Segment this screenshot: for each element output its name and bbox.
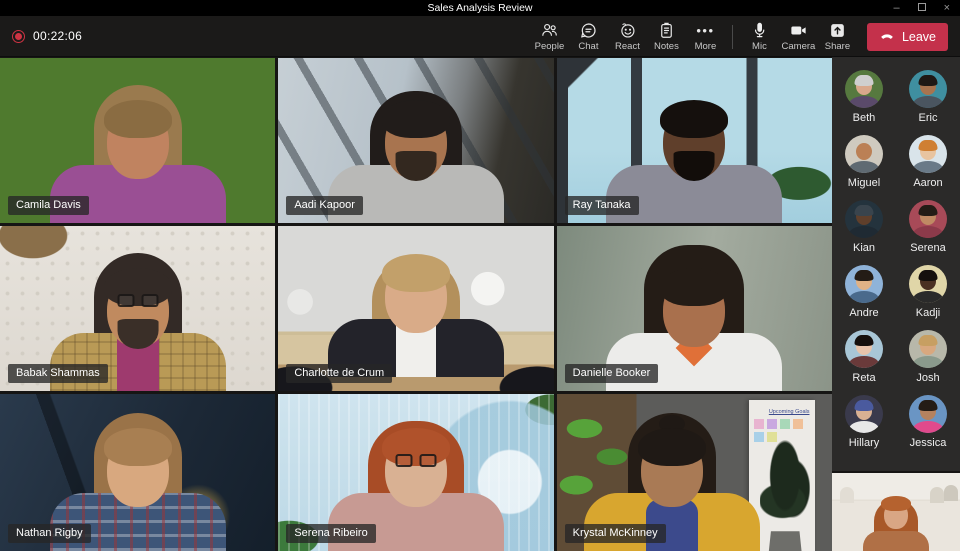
participant-name-label: Charlotte de Crum — [286, 364, 393, 383]
more-label: More — [694, 41, 717, 52]
sidebar-participant-eric[interactable]: Eric — [896, 70, 960, 124]
video-tile-danielle-booker[interactable]: Danielle Booker — [556, 226, 832, 391]
avatar — [845, 70, 883, 108]
avatar — [845, 265, 883, 303]
video-tile-nathan-rigby[interactable]: Nathan Rigby — [0, 394, 276, 551]
window-title: Sales Analysis Review — [427, 2, 533, 14]
record-icon — [12, 29, 25, 43]
sidebar-participant-aaron[interactable]: Aaron — [896, 135, 960, 189]
glasses — [117, 294, 159, 307]
react-button[interactable]: React — [608, 16, 647, 57]
people-icon — [540, 21, 559, 40]
notes-icon — [657, 21, 676, 40]
sidebar-participant-andre[interactable]: Andre — [832, 265, 896, 319]
participant-video — [316, 227, 516, 377]
mic-icon — [750, 21, 769, 40]
share-icon — [828, 21, 847, 40]
sidebar-participant-josh[interactable]: Josh — [896, 330, 960, 384]
participant-name-label: Danielle Booker — [564, 364, 659, 383]
maximize-icon[interactable] — [917, 0, 926, 16]
video-tile-camila-davis[interactable]: Camila Davis — [0, 58, 276, 223]
participant-name-label: Nathan Rigby — [8, 524, 91, 543]
sidebar-participant-reta[interactable]: Reta — [832, 330, 896, 384]
hangup-icon — [879, 27, 895, 46]
share-button[interactable]: Share — [818, 16, 857, 57]
mic-button[interactable]: Mic — [740, 16, 779, 57]
camera-button[interactable]: Camera — [779, 16, 818, 57]
react-label: React — [615, 41, 640, 52]
sidebar-participant-jessica[interactable]: Jessica — [896, 395, 960, 449]
minimize-icon[interactable]: – — [893, 0, 899, 16]
avatar — [909, 70, 947, 108]
self-video-figure — [851, 487, 941, 551]
video-grid: Camila Davis Aadi Kapoor Ray Tanaka Baba… — [0, 57, 832, 551]
glasses — [395, 454, 437, 467]
people-label: People — [534, 41, 565, 52]
close-icon[interactable]: × — [944, 0, 950, 16]
participants-sidebar: Beth Eric Miguel Aaron Kian Serena Andre… — [832, 57, 960, 551]
participant-name-label: Ray Tanaka — [564, 196, 639, 215]
notes-button[interactable]: Notes — [647, 16, 686, 57]
avatar — [909, 135, 947, 173]
video-tile-krystal-mckinney[interactable]: Upcoming Goals Krystal McKinney — [556, 394, 832, 551]
meeting-timer: 00:22:06 — [33, 29, 83, 43]
leave-label: Leave — [901, 29, 936, 44]
participant-name-label: Aadi Kapoor — [286, 196, 363, 215]
sidebar-participant-kian[interactable]: Kian — [832, 200, 896, 254]
video-tile-babak-shammas[interactable]: Babak Shammas — [0, 226, 276, 391]
people-button[interactable]: People — [530, 16, 569, 57]
sidebar-participant-miguel[interactable]: Miguel — [832, 135, 896, 189]
share-label: Share — [824, 41, 851, 52]
leave-button[interactable]: Leave — [866, 22, 948, 51]
avatar — [909, 200, 947, 238]
avatar — [909, 395, 947, 433]
sidebar-participant-beth[interactable]: Beth — [832, 70, 896, 124]
camera-icon — [789, 21, 808, 40]
self-view-video[interactable] — [832, 471, 960, 551]
chat-label: Chat — [578, 41, 599, 52]
window-titlebar: Sales Analysis Review – × — [0, 0, 960, 16]
video-tile-ray-tanaka[interactable]: Ray Tanaka — [556, 58, 832, 223]
sidebar-participant-hillary[interactable]: Hillary — [832, 395, 896, 449]
more-icon: ••• — [696, 22, 715, 38]
participant-name-label: Camila Davis — [8, 196, 89, 215]
recording-indicator: 00:22:06 — [12, 29, 82, 43]
avatar — [845, 330, 883, 368]
participant-name-label: Babak Shammas — [8, 364, 108, 383]
participant-name-label: Krystal McKinney — [564, 524, 666, 543]
participant-name-label: Serena Ribeiro — [286, 524, 376, 543]
mic-label: Mic — [752, 41, 767, 52]
avatar — [909, 265, 947, 303]
chat-icon — [579, 21, 598, 40]
avatar — [845, 200, 883, 238]
toolbar-divider — [731, 24, 733, 49]
sidebar-participant-kadji[interactable]: Kadji — [896, 265, 960, 319]
avatar — [845, 395, 883, 433]
sidebar-participant-serena[interactable]: Serena — [896, 200, 960, 254]
video-tile-aadi-kapoor[interactable]: Aadi Kapoor — [278, 58, 554, 223]
meeting-toolbar: 00:22:06 People Chat React Notes ••• Mor… — [0, 16, 960, 57]
avatar — [845, 135, 883, 173]
video-tile-charlotte-de-crum[interactable]: Charlotte de Crum — [278, 226, 554, 391]
video-tile-serena-ribeiro[interactable]: Serena Ribeiro — [278, 394, 554, 551]
notes-label: Notes — [654, 41, 679, 52]
avatar — [909, 330, 947, 368]
react-icon — [618, 21, 637, 40]
participant-list: Beth Eric Miguel Aaron Kian Serena Andre… — [832, 57, 960, 471]
camera-label: Camera — [781, 41, 816, 52]
more-button[interactable]: ••• More — [686, 16, 725, 57]
chat-button[interactable]: Chat — [569, 16, 608, 57]
